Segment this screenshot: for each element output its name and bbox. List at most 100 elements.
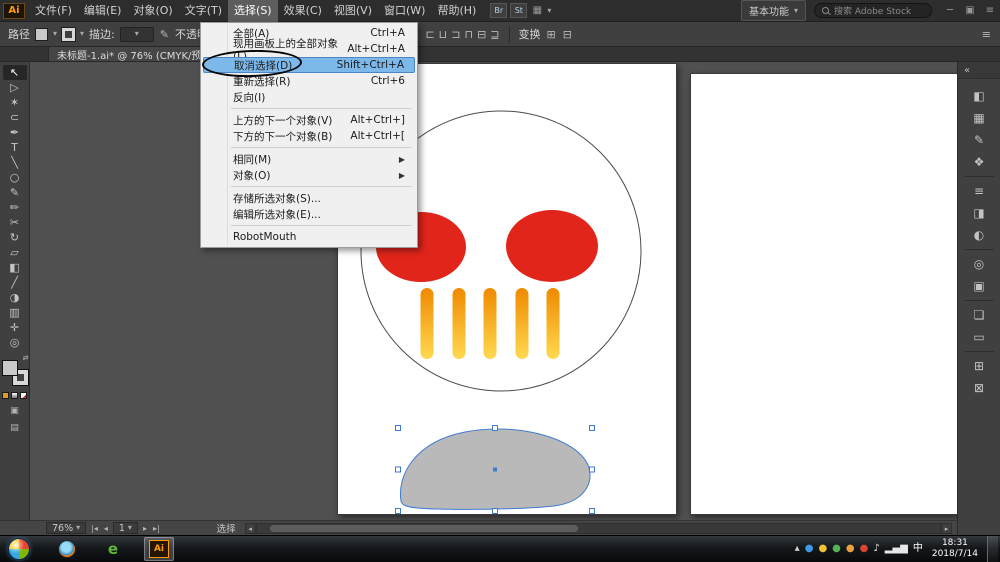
menubar-item-view[interactable]: 视图(V) bbox=[328, 0, 378, 22]
show-desktop-button[interactable] bbox=[987, 536, 998, 562]
layers-panel-icon[interactable]: ❏ bbox=[966, 304, 992, 326]
align-right-icon[interactable]: ⊐ bbox=[451, 28, 460, 41]
lasso-tool[interactable]: ⊂ bbox=[3, 110, 27, 125]
canvas-area[interactable] bbox=[30, 62, 957, 520]
none-chip-button[interactable] bbox=[20, 392, 27, 399]
zoom-level-control[interactable]: 76% ▾ bbox=[46, 522, 86, 534]
selection-handle[interactable] bbox=[396, 426, 401, 431]
controlbar-panel-menu-icon[interactable]: ≡ bbox=[981, 28, 992, 41]
stroke-panel-icon[interactable]: ≡ bbox=[966, 180, 992, 202]
scrollbar-track[interactable] bbox=[256, 523, 941, 534]
appearance-panel-icon[interactable]: ◎ bbox=[966, 253, 992, 275]
fill-proxy-swatch[interactable] bbox=[2, 360, 18, 376]
color-panel-icon[interactable]: ◧ bbox=[966, 85, 992, 107]
magic-wand-tool[interactable]: ✶ bbox=[3, 95, 27, 110]
selection-handle[interactable] bbox=[590, 509, 595, 514]
stock-icon[interactable]: St bbox=[510, 3, 527, 18]
fill-stroke-control[interactable]: ⇄ bbox=[2, 358, 28, 385]
shape-mode-icon[interactable]: ⊟ bbox=[562, 28, 573, 41]
ellipse-tool[interactable]: ○ bbox=[3, 170, 27, 185]
graphic-styles-panel-icon[interactable]: ▣ bbox=[966, 275, 992, 297]
tray-volume-icon[interactable]: ♪ bbox=[873, 544, 879, 554]
drawing-mode-icon[interactable]: ▣ bbox=[10, 406, 19, 416]
start-button[interactable] bbox=[8, 538, 30, 560]
blend-tool[interactable]: ◑ bbox=[3, 290, 27, 305]
symbols-panel-icon[interactable]: ❖ bbox=[966, 151, 992, 173]
menubar-item-help[interactable]: 帮助(H) bbox=[431, 0, 482, 22]
swap-fill-stroke-icon[interactable]: ⇄ bbox=[23, 354, 29, 362]
skull-tooth-5[interactable] bbox=[547, 288, 560, 359]
tray-app-blue-icon[interactable]: ● bbox=[805, 544, 814, 554]
paintbrush-tool[interactable]: ✎ bbox=[3, 185, 27, 200]
menubar-item-window[interactable]: 窗口(W) bbox=[378, 0, 431, 22]
selection-handle[interactable] bbox=[493, 509, 498, 514]
tray-gold-icon[interactable]: ● bbox=[846, 544, 855, 554]
menubar-item-file[interactable]: 文件(F) bbox=[29, 0, 78, 22]
taskbar-clock[interactable]: 18:31 2018/7/14 bbox=[932, 538, 978, 561]
selection-handle[interactable] bbox=[396, 509, 401, 514]
line-segment-tool[interactable]: ╲ bbox=[3, 155, 27, 170]
tray-network-icon[interactable]: ▂▄▆ bbox=[885, 544, 908, 554]
fill-color-swatch[interactable] bbox=[35, 28, 48, 41]
fill-caret-icon[interactable]: ▾ bbox=[53, 30, 57, 38]
brush-definition-icon[interactable]: ✎ bbox=[159, 28, 170, 41]
taskbar-browser-button[interactable]: e bbox=[98, 537, 128, 561]
workspace-switcher[interactable]: 基本功能 ▾ bbox=[741, 0, 806, 21]
rotate-tool[interactable]: ↻ bbox=[3, 230, 27, 245]
menubar-item-object[interactable]: 对象(O) bbox=[127, 0, 178, 22]
last-artboard-button[interactable]: ▸| bbox=[152, 524, 161, 533]
bridge-icon[interactable]: Br bbox=[490, 3, 507, 18]
screen-mode-icon[interactable]: ▤ bbox=[10, 423, 19, 433]
gradient-tool[interactable]: ◧ bbox=[3, 260, 27, 275]
next-artboard-button[interactable]: ▸ bbox=[142, 524, 148, 533]
prev-artboard-button[interactable]: ◂ bbox=[103, 524, 109, 533]
menu-item-next-object-above[interactable]: 上方的下一个对象(V)Alt+Ctrl+] bbox=[203, 112, 415, 128]
eyedropper-tool[interactable]: ╱ bbox=[3, 275, 27, 290]
align-top-icon[interactable]: ⊓ bbox=[464, 28, 473, 41]
gradient-panel-icon[interactable]: ◨ bbox=[966, 202, 992, 224]
window-restore-icon[interactable]: ▣ bbox=[962, 5, 978, 16]
transparency-panel-icon[interactable]: ◐ bbox=[966, 224, 992, 246]
menu-item-next-object-below[interactable]: 下方的下一个对象(B)Alt+Ctrl+[ bbox=[203, 128, 415, 144]
type-tool[interactable]: T bbox=[3, 140, 27, 155]
pen-tool[interactable]: ✒ bbox=[3, 125, 27, 140]
tray-safe-icon[interactable]: ● bbox=[832, 544, 841, 554]
selection-handle[interactable] bbox=[396, 467, 401, 472]
align-panel-icon[interactable]: ⊞ bbox=[966, 355, 992, 377]
scale-tool[interactable]: ▱ bbox=[3, 245, 27, 260]
selection-center-point[interactable] bbox=[493, 468, 497, 472]
menubar-item-type[interactable]: 文字(T) bbox=[179, 0, 228, 22]
menu-item-all-on-active-artboard[interactable]: 现用画板上的全部对象(L)Alt+Ctrl+A bbox=[203, 41, 415, 57]
skull-tooth-3[interactable] bbox=[484, 288, 497, 359]
artboard-2[interactable] bbox=[690, 73, 957, 515]
pathfinder-panel-icon[interactable]: ⊠ bbox=[966, 377, 992, 399]
menu-item-deselect[interactable]: 取消选择(D)Shift+Ctrl+A bbox=[203, 57, 415, 73]
selection-handle[interactable] bbox=[493, 426, 498, 431]
align-bottom-icon[interactable]: ⊒ bbox=[490, 28, 499, 41]
zoom-tool[interactable]: ◎ bbox=[3, 335, 27, 350]
arrange-caret-icon[interactable]: ▾ bbox=[547, 7, 551, 15]
tray-red-icon[interactable]: ● bbox=[860, 544, 869, 554]
skull-eye-right[interactable] bbox=[506, 210, 598, 282]
menu-item-object[interactable]: 对象(O)▶ bbox=[203, 167, 415, 183]
skull-tooth-4[interactable] bbox=[516, 288, 529, 359]
direct-selection-tool[interactable]: ▷ bbox=[3, 80, 27, 95]
scroll-right-icon[interactable]: ▸ bbox=[941, 523, 952, 534]
menubar-item-edit[interactable]: 编辑(E) bbox=[78, 0, 128, 22]
scrollbar-thumb[interactable] bbox=[270, 525, 577, 532]
taskbar-illustrator-button[interactable]: Ai bbox=[144, 537, 174, 561]
skull-tooth-1[interactable] bbox=[421, 288, 434, 359]
window-minimize-icon[interactable]: ─ bbox=[942, 5, 958, 16]
align-left-icon[interactable]: ⊏ bbox=[425, 28, 434, 41]
stroke-caret-icon[interactable]: ▾ bbox=[80, 30, 84, 38]
artboards-panel-icon[interactable]: ▭ bbox=[966, 326, 992, 348]
selection-handle[interactable] bbox=[590, 426, 595, 431]
column-graph-tool[interactable]: ▥ bbox=[3, 305, 27, 320]
scissors-tool[interactable]: ✂ bbox=[3, 215, 27, 230]
align-middle-icon[interactable]: ⊟ bbox=[477, 28, 486, 41]
menu-item-same[interactable]: 相同(M)▶ bbox=[203, 151, 415, 167]
stroke-weight-box[interactable]: ▾ bbox=[120, 27, 154, 42]
tray-show-hidden-icon[interactable]: ▴ bbox=[795, 544, 800, 554]
stock-search-input[interactable]: 搜索 Adobe Stock bbox=[814, 3, 932, 18]
swatches-panel-icon[interactable]: ▦ bbox=[966, 107, 992, 129]
